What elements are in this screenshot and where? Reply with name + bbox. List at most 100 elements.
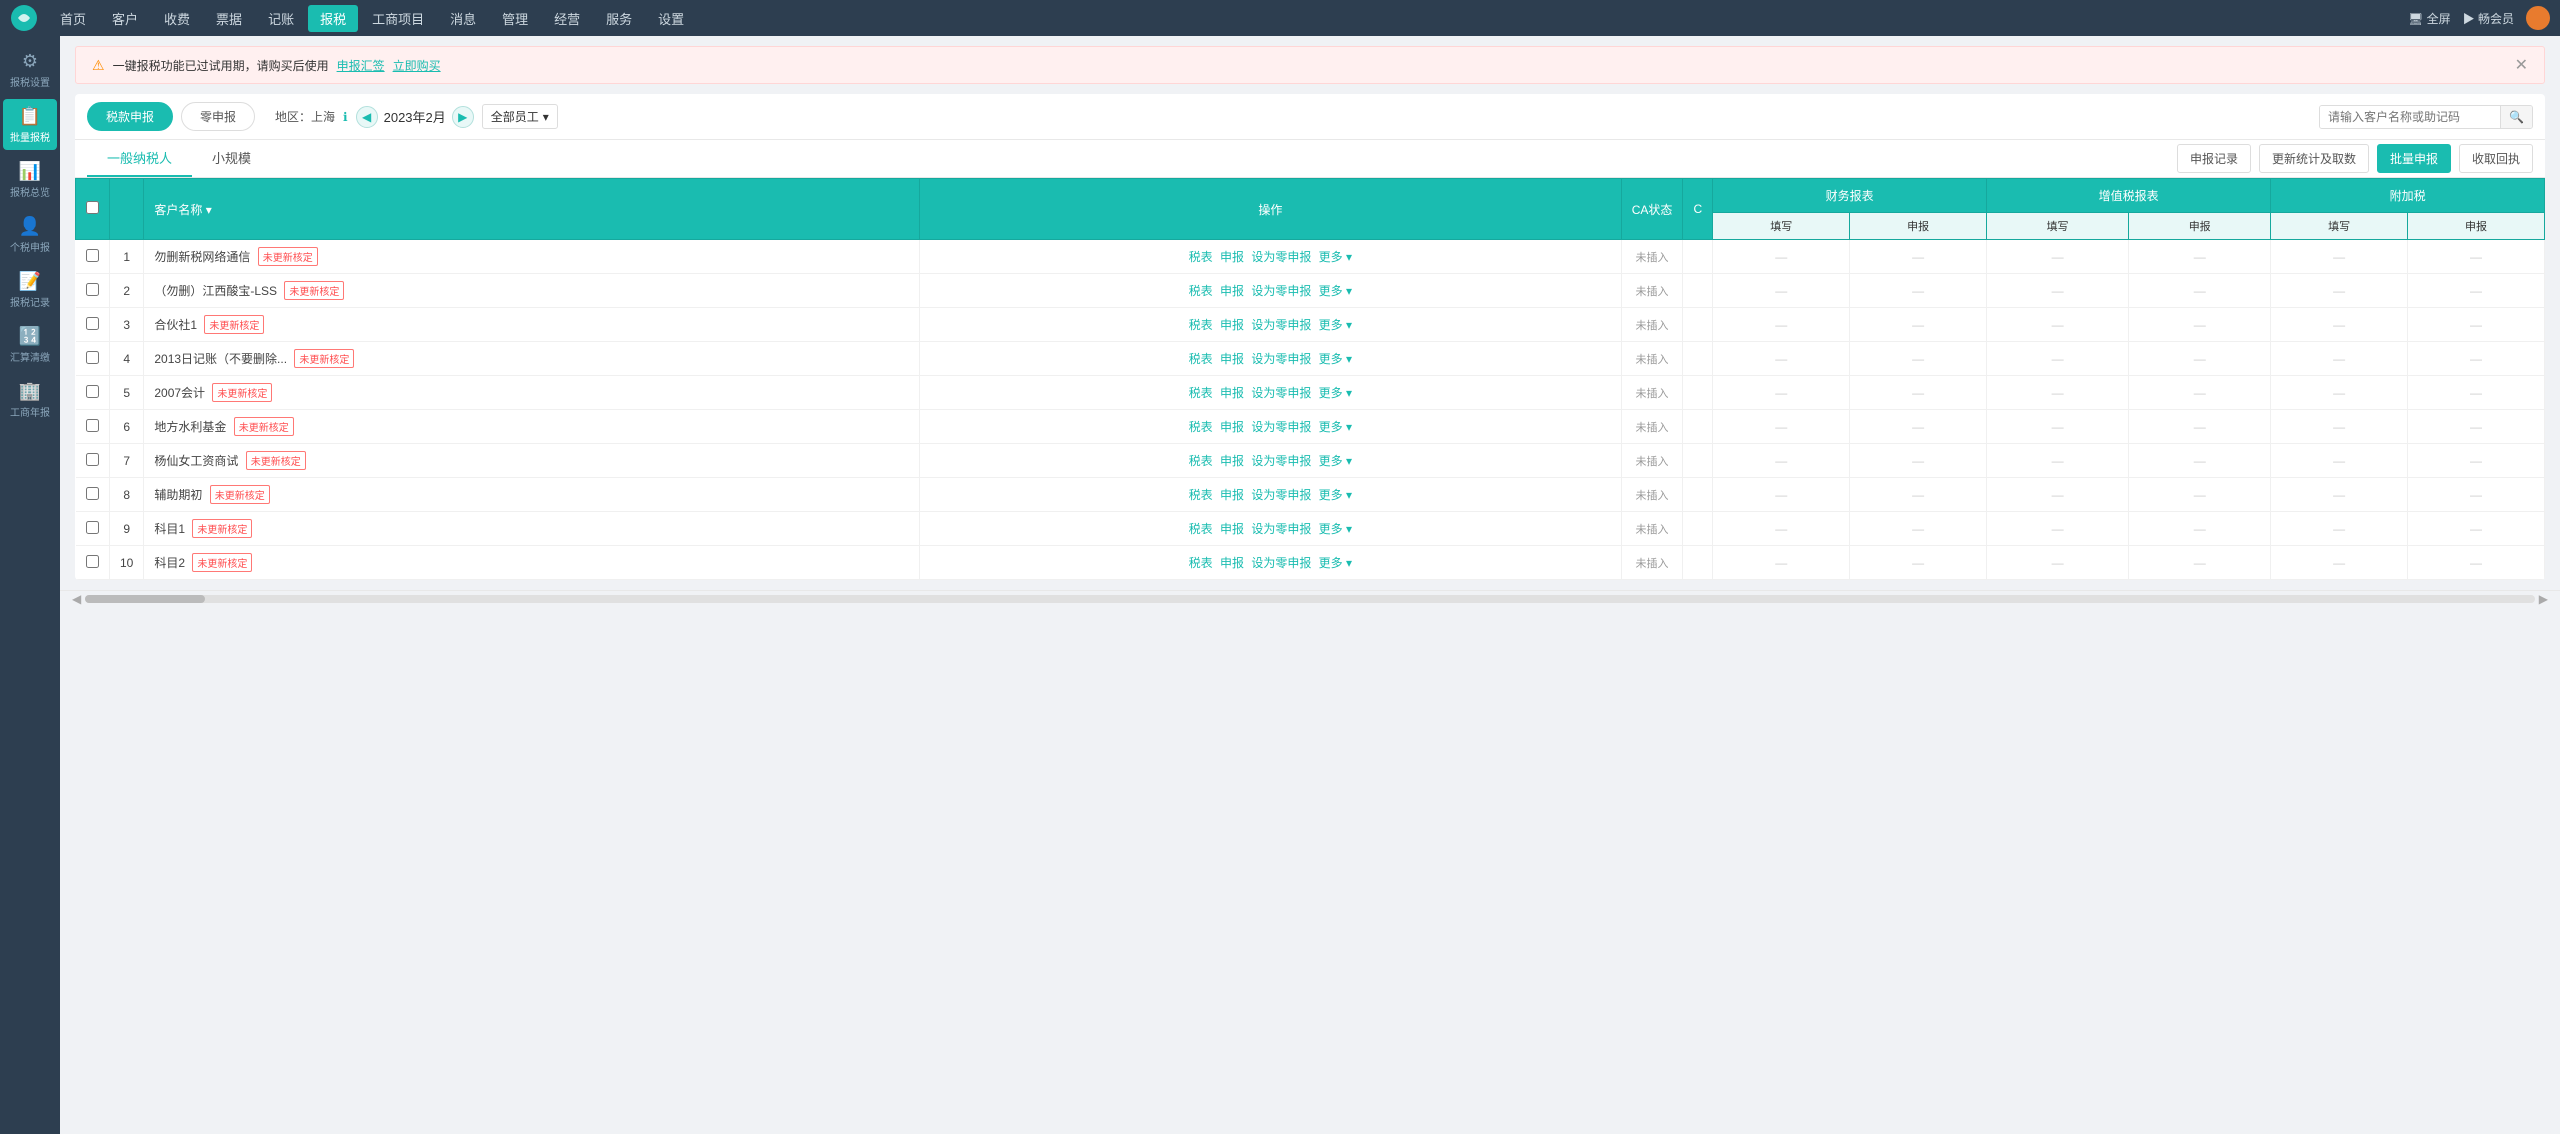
batch-report-btn[interactable]: 批量申报 [2377,144,2451,173]
op-more-1[interactable]: 更多 ▾ [1319,284,1352,298]
row-checkbox-6[interactable] [86,453,99,466]
scroll-thumb[interactable] [85,595,205,603]
op-submit-7[interactable]: 申报 [1220,488,1244,502]
sidebar-item-piliangshuibao[interactable]: 📋 批量报税 [3,99,57,150]
op-setzero-5[interactable]: 设为零申报 [1251,420,1311,434]
retrieve-receipt-btn[interactable]: 收取回执 [2459,144,2533,173]
op-setzero-3[interactable]: 设为零申报 [1251,352,1311,366]
op-submit-5[interactable]: 申报 [1220,420,1244,434]
sidebar-item-baoshuizonglan[interactable]: 📊 报税总览 [3,154,57,205]
nav-operations[interactable]: 经营 [542,5,592,32]
scroll-right-arrow[interactable]: ▶ [2539,592,2548,606]
notice-close-btn[interactable]: ✕ [2515,55,2528,75]
op-setzero-0[interactable]: 设为零申报 [1251,250,1311,264]
sidebar-item-baoshuijilu[interactable]: 📝 报税记录 [3,264,57,315]
op-more-2[interactable]: 更多 ▾ [1319,318,1352,332]
op-setzero-7[interactable]: 设为零申报 [1251,488,1311,502]
op-submit-8[interactable]: 申报 [1220,522,1244,536]
scroll-left-arrow[interactable]: ◀ [72,592,81,606]
nav-bookkeeping[interactable]: 记账 [256,5,306,32]
nav-fee[interactable]: 收费 [152,5,202,32]
row-checkbox-2[interactable] [86,317,99,330]
op-more-8[interactable]: 更多 ▾ [1319,522,1352,536]
fullscreen-btn[interactable]: 🖥 全屏 [2408,10,2451,27]
nav-tax[interactable]: 报税 [308,5,358,32]
op-more-4[interactable]: 更多 ▾ [1319,386,1352,400]
nav-business[interactable]: 工商项目 [360,5,436,32]
op-taxform-9[interactable]: 税表 [1189,556,1213,570]
op-taxform-7[interactable]: 税表 [1189,488,1213,502]
op-setzero-1[interactable]: 设为零申报 [1251,284,1311,298]
row-name-5: 地方水利基金 未更新核定 [144,410,920,444]
tab-shuikuaishenb[interactable]: 税款申报 [87,102,173,131]
nav-message[interactable]: 消息 [438,5,488,32]
row-no-8: 9 [110,512,144,546]
row-checkbox-1[interactable] [86,283,99,296]
op-submit-6[interactable]: 申报 [1220,454,1244,468]
row-checkbox-7[interactable] [86,487,99,500]
nav-settings[interactable]: 设置 [646,5,696,32]
row-checkbox-9[interactable] [86,555,99,568]
op-taxform-5[interactable]: 税表 [1189,420,1213,434]
date-prev-btn[interactable]: ◀ [356,106,378,128]
nav-invoice[interactable]: 票据 [204,5,254,32]
nav-customer[interactable]: 客户 [100,5,150,32]
sidebar-item-geshuishenba[interactable]: 👤 个税申报 [3,209,57,260]
op-setzero-4[interactable]: 设为零申报 [1251,386,1311,400]
op-more-3[interactable]: 更多 ▾ [1319,352,1352,366]
horizontal-scrollbar[interactable]: ◀ ▶ [60,590,2560,606]
user-avatar[interactable] [2526,6,2550,30]
op-more-6[interactable]: 更多 ▾ [1319,454,1352,468]
op-submit-1[interactable]: 申报 [1220,284,1244,298]
col-0-1: — [1850,240,1987,274]
report-record-btn[interactable]: 申报记录 [2177,144,2251,173]
op-more-7[interactable]: 更多 ▾ [1319,488,1352,502]
scroll-track[interactable] [85,595,2535,603]
sidebar-item-gongshangnianbao[interactable]: 🏢 工商年报 [3,374,57,425]
subheader-sb-fill: 填写 [1987,213,2129,240]
op-taxform-4[interactable]: 税表 [1189,386,1213,400]
subtab-yibannashuiren[interactable]: 一般纳税人 [87,140,192,177]
op-submit-9[interactable]: 申报 [1220,556,1244,570]
op-taxform-3[interactable]: 税表 [1189,352,1213,366]
row-checkbox-8[interactable] [86,521,99,534]
op-taxform-0[interactable]: 税表 [1189,250,1213,264]
sidebar-item-jisuanqingsa[interactable]: 🔢 汇算清缴 [3,319,57,370]
notice-link-buy[interactable]: 立即购买 [393,57,441,74]
nav-management[interactable]: 管理 [490,5,540,32]
op-taxform-2[interactable]: 税表 [1189,318,1213,332]
search-input[interactable] [2320,106,2500,128]
op-submit-4[interactable]: 申报 [1220,386,1244,400]
op-submit-3[interactable]: 申报 [1220,352,1244,366]
row-checkbox-4[interactable] [86,385,99,398]
op-taxform-1[interactable]: 税表 [1189,284,1213,298]
op-more-0[interactable]: 更多 ▾ [1319,250,1352,264]
op-setzero-9[interactable]: 设为零申报 [1251,556,1311,570]
op-setzero-6[interactable]: 设为零申报 [1251,454,1311,468]
sidebar-item-baoshuishezhi[interactable]: ⚙ 报税设置 [3,44,57,95]
update-stats-btn[interactable]: 更新统计及取数 [2259,144,2369,173]
op-setzero-8[interactable]: 设为零申报 [1251,522,1311,536]
select-all-checkbox[interactable] [86,201,99,214]
op-submit-0[interactable]: 申报 [1220,250,1244,264]
row-checkbox-5[interactable] [86,419,99,432]
op-taxform-6[interactable]: 税表 [1189,454,1213,468]
nav-service[interactable]: 服务 [594,5,644,32]
subtab-xiaoguimo[interactable]: 小规模 [192,140,271,177]
tab-lingshen[interactable]: 零申报 [181,102,255,131]
op-submit-2[interactable]: 申报 [1220,318,1244,332]
logo[interactable] [10,4,38,32]
member-btn[interactable]: ▶ 畅会员 [2463,10,2514,27]
op-more-9[interactable]: 更多 ▾ [1319,556,1352,570]
op-more-5[interactable]: 更多 ▾ [1319,420,1352,434]
staff-select[interactable]: 全部员工 ▾ [482,104,558,129]
col-4-1: — [1850,376,1987,410]
op-setzero-2[interactable]: 设为零申报 [1251,318,1311,332]
date-next-btn[interactable]: ▶ [452,106,474,128]
nav-home[interactable]: 首页 [48,5,98,32]
op-taxform-8[interactable]: 税表 [1189,522,1213,536]
notice-link-report[interactable]: 申报汇签 [337,57,385,74]
search-btn[interactable]: 🔍 [2500,106,2532,128]
row-checkbox-0[interactable] [86,249,99,262]
row-checkbox-3[interactable] [86,351,99,364]
